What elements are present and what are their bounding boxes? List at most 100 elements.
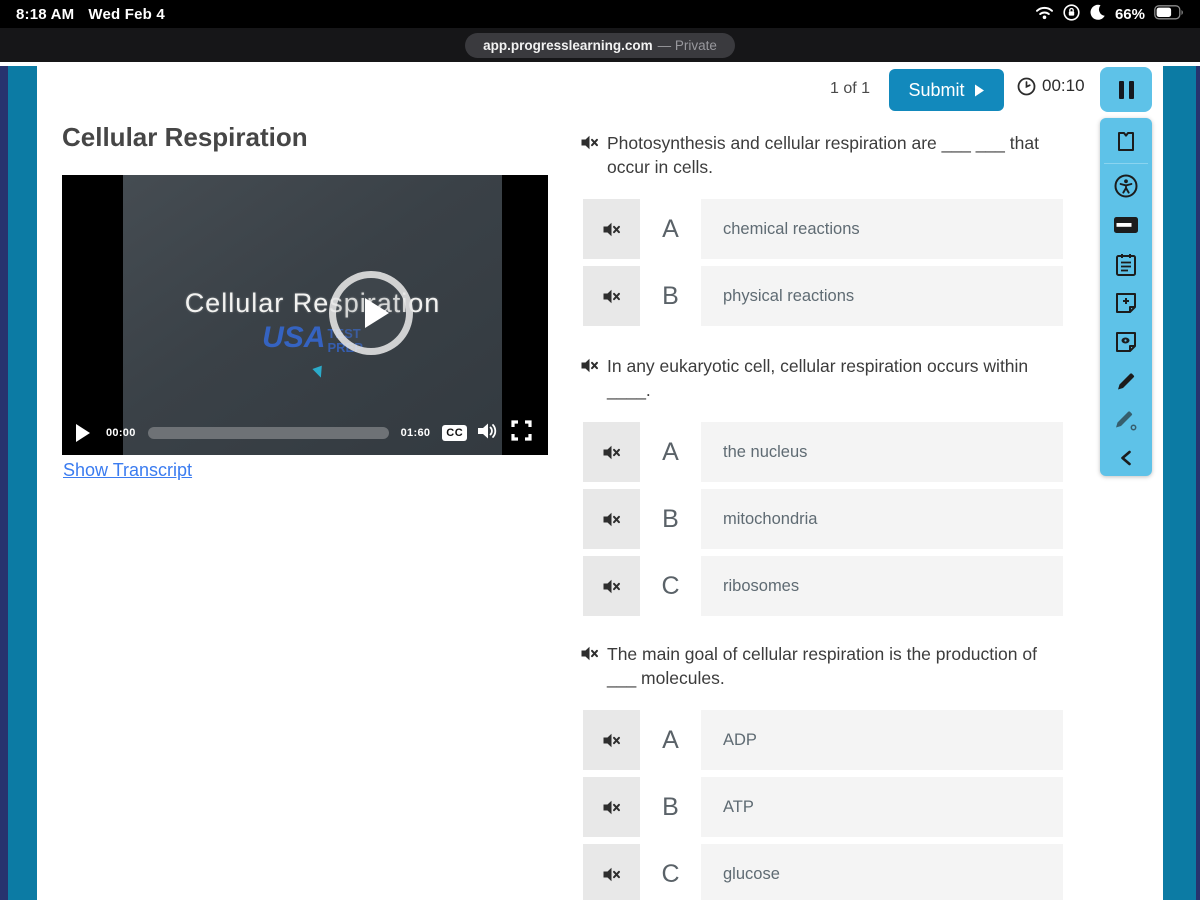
moon-icon (1089, 4, 1106, 25)
option-text[interactable]: ADP (701, 710, 1063, 770)
option-text[interactable]: ATP (701, 777, 1063, 837)
answer-option[interactable]: A the nucleus (583, 422, 1063, 482)
submit-label: Submit (908, 79, 965, 100)
seek-bar[interactable] (147, 427, 389, 439)
mute-icon (603, 867, 620, 881)
tool-panel (1100, 118, 1152, 476)
option-letter: B (643, 266, 698, 326)
option-letter: A (643, 199, 698, 259)
closed-captions-button[interactable]: CC (442, 425, 468, 441)
option-mute-button[interactable] (583, 199, 640, 259)
option-mute-button[interactable] (583, 710, 640, 770)
url-text: app.progresslearning.com (483, 37, 653, 53)
add-note-tool-button[interactable] (1100, 284, 1152, 323)
question-1-options: A chemical reactions B physical reaction… (583, 199, 1063, 326)
rotation-lock-icon (1063, 3, 1080, 25)
battery-icon (1154, 4, 1184, 24)
question-2-mute-icon[interactable] (581, 358, 599, 402)
answer-option[interactable]: C glucose (583, 844, 1063, 900)
logo-cursor-icon (312, 365, 326, 380)
current-time: 00:00 (106, 427, 136, 439)
line-reader-icon (1114, 217, 1138, 234)
question-3: The main goal of cellular respiration is… (581, 642, 1063, 690)
option-text[interactable]: the nucleus (701, 422, 1063, 482)
answer-option[interactable]: C ribosomes (583, 556, 1063, 616)
battery-percent: 66% (1114, 5, 1145, 23)
option-text[interactable]: physical reactions (701, 266, 1063, 326)
big-play-button[interactable] (329, 271, 413, 355)
video-overlay-title: Cellular Respiration (184, 288, 441, 318)
bookmark-tool-button[interactable] (1100, 122, 1152, 161)
option-mute-button[interactable] (583, 422, 640, 482)
option-mute-button[interactable] (583, 556, 640, 616)
add-note-icon (1116, 292, 1136, 313)
submit-button[interactable]: Submit (889, 69, 1004, 111)
play-icon (365, 298, 389, 328)
view-notes-tool-button[interactable] (1100, 322, 1152, 361)
question-2-text: In any eukaryotic cell, cellular respira… (607, 356, 1029, 400)
pause-button[interactable] (1100, 67, 1152, 112)
pause-icon (1118, 80, 1124, 99)
option-mute-button[interactable] (583, 489, 640, 549)
collapse-panel-button[interactable] (1100, 439, 1152, 476)
bookmark-icon (1118, 132, 1134, 152)
status-bar: 8:18 AM Wed Feb 4 66% (0, 0, 1200, 28)
quiz-page: 1 of 1 Submit 00:10 Cellular Respiration… (0, 62, 1200, 900)
option-mute-button[interactable] (583, 777, 640, 837)
pencil-tool-button[interactable] (1100, 361, 1152, 400)
answer-option[interactable]: A chemical reactions (583, 199, 1063, 259)
accessibility-icon (1114, 174, 1138, 198)
answer-option[interactable]: B mitochondria (583, 489, 1063, 549)
option-text[interactable]: ribosomes (701, 556, 1063, 616)
volume-icon (478, 423, 497, 438)
question-progress: 1 of 1 (829, 80, 870, 97)
clock-icon (1017, 77, 1036, 95)
notepad-tool-button[interactable] (1100, 245, 1152, 284)
mute-icon (603, 512, 620, 526)
question-3-mute-icon[interactable] (581, 646, 599, 690)
mute-icon (603, 222, 620, 236)
accessibility-tool-button[interactable] (1100, 167, 1152, 206)
page-border-right-outer (1196, 66, 1200, 900)
answer-option[interactable]: B ATP (583, 777, 1063, 837)
fullscreen-button[interactable] (511, 420, 532, 446)
page-title: Cellular Respiration (62, 122, 308, 152)
option-letter: C (643, 844, 698, 900)
wifi-icon (1035, 5, 1054, 24)
question-1-mute-icon[interactable] (581, 135, 599, 179)
page-border-right-inner (1163, 66, 1196, 900)
option-letter: A (643, 710, 698, 770)
option-text[interactable]: glucose (701, 844, 1063, 900)
line-reader-tool-button[interactable] (1100, 206, 1152, 245)
view-notes-icon (1116, 331, 1136, 352)
question-1-text: Photosynthesis and cellular respiration … (607, 133, 1039, 177)
mute-icon (603, 445, 620, 459)
show-transcript-link[interactable]: Show Transcript (63, 460, 192, 481)
option-text[interactable]: mitochondria (701, 489, 1063, 549)
question-1: Photosynthesis and cellular respiration … (581, 131, 1063, 179)
volume-button[interactable] (477, 422, 499, 445)
video-poster: Cellular Respiration USA TEST PREP (123, 175, 502, 455)
page-border-left-inner (8, 66, 37, 900)
chevron-left-icon (1121, 450, 1131, 465)
highlighter-icon (1116, 411, 1137, 431)
status-date: Wed Feb 4 (88, 5, 165, 23)
private-mode-label: — Private (657, 37, 717, 53)
option-text[interactable]: chemical reactions (701, 199, 1063, 259)
option-mute-button[interactable] (583, 266, 640, 326)
timer: 00:10 (1017, 76, 1085, 96)
answer-option[interactable]: B physical reactions (583, 266, 1063, 326)
address-bar[interactable]: app.progresslearning.com — Private (465, 32, 735, 58)
video-player[interactable]: Cellular Respiration USA TEST PREP 00:00… (62, 175, 548, 455)
play-button[interactable] (76, 424, 90, 442)
option-mute-button[interactable] (583, 844, 640, 900)
option-letter: B (643, 777, 698, 837)
answer-option[interactable]: A ADP (583, 710, 1063, 770)
mute-icon (603, 733, 620, 747)
option-letter: A (643, 422, 698, 482)
question-2: In any eukaryotic cell, cellular respira… (581, 354, 1063, 402)
question-3-options: A ADP B ATP C glucose (583, 710, 1063, 900)
option-letter: B (643, 489, 698, 549)
highlighter-tool-button[interactable] (1100, 400, 1152, 439)
video-controls: 00:00 01:60 CC (62, 419, 548, 447)
